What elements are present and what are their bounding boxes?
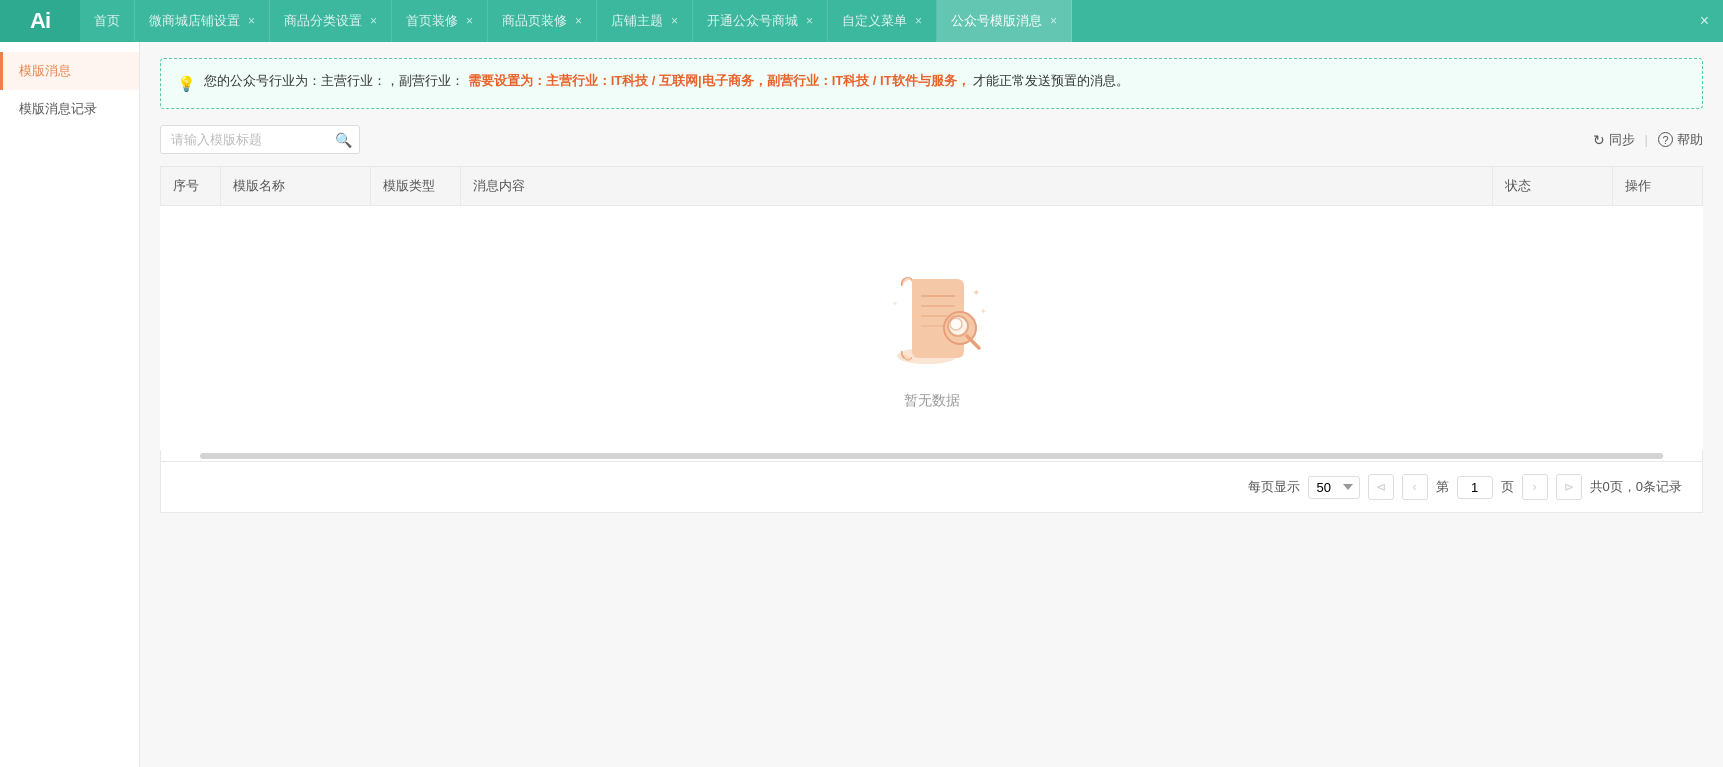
search-left: 🔍 xyxy=(160,125,360,154)
content-area: 💡 您的公众号行业为：主营行业：，副营行业： 需要设置为：主营行业：IT科技 /… xyxy=(140,42,1723,767)
tab-label-category-settings: 商品分类设置 xyxy=(284,12,362,30)
tab-label-home: 首页 xyxy=(94,12,120,30)
empty-illustration: ✦ ✦ ✦ xyxy=(872,266,992,376)
help-icon: ? xyxy=(1658,132,1673,147)
scrollbar-track xyxy=(200,453,1664,459)
next-page-button[interactable]: › xyxy=(1522,474,1548,500)
tab-label-open-mall: 开通公众号商城 xyxy=(707,12,798,30)
tab-category-settings[interactable]: 商品分类设置 × xyxy=(270,0,392,42)
global-close-button[interactable]: × xyxy=(1686,12,1723,30)
search-right: ↻ 同步 | ? 帮助 xyxy=(1593,131,1703,149)
tab-close-category-settings[interactable]: × xyxy=(370,15,377,27)
sidebar-item-template-message[interactable]: 模版消息 xyxy=(0,52,139,90)
tab-label-home-decoration: 首页装修 xyxy=(406,12,458,30)
svg-point-7 xyxy=(950,318,962,330)
tab-close-custom-menu[interactable]: × xyxy=(915,15,922,27)
page-suffix: 页 xyxy=(1501,478,1514,496)
tab-open-mall[interactable]: 开通公众号商城 × xyxy=(693,0,828,42)
search-input-wrap: 🔍 xyxy=(160,125,360,154)
last-page-button[interactable]: ⊳ xyxy=(1556,474,1582,500)
bulb-icon: 💡 xyxy=(177,72,196,96)
sync-button[interactable]: ↻ 同步 xyxy=(1593,131,1635,149)
notice-highlight: 需要设置为：主营行业：IT科技 / 互联网|电子商务，副营行业：IT科技 / I… xyxy=(468,73,970,88)
tab-label-custom-menu: 自定义菜单 xyxy=(842,12,907,30)
top-nav: Ai 首页微商城店铺设置×商品分类设置×首页装修×商品页装修×店铺主题×开通公众… xyxy=(0,0,1723,42)
tab-close-shop-settings[interactable]: × xyxy=(248,15,255,27)
tab-close-home-decoration[interactable]: × xyxy=(466,15,473,27)
svg-text:✦: ✦ xyxy=(972,287,980,298)
sidebar: 模版消息模版消息记录 xyxy=(0,42,140,767)
sync-label: 同步 xyxy=(1609,131,1635,149)
tab-home-decoration[interactable]: 首页装修 × xyxy=(392,0,488,42)
notice-text: 您的公众号行业为：主营行业：，副营行业： 需要设置为：主营行业：IT科技 / 互… xyxy=(204,71,1129,92)
per-page-label: 每页显示 xyxy=(1248,478,1300,496)
tab-template-message[interactable]: 公众号模版消息 × xyxy=(937,0,1072,42)
sidebar-item-template-message-log[interactable]: 模版消息记录 xyxy=(0,90,139,128)
help-label: 帮助 xyxy=(1677,131,1703,149)
col-header-type: 模版类型 xyxy=(371,167,461,206)
tab-shop-settings[interactable]: 微商城店铺设置 × xyxy=(135,0,270,42)
help-button[interactable]: ? 帮助 xyxy=(1658,131,1703,149)
tab-label-template-message: 公众号模版消息 xyxy=(951,12,1042,30)
table-header-row: 序号模版名称模版类型消息内容状态操作 xyxy=(161,167,1703,206)
tab-shop-theme[interactable]: 店铺主题 × xyxy=(597,0,693,42)
tab-label-product-decoration: 商品页装修 xyxy=(502,12,567,30)
svg-text:✦: ✦ xyxy=(980,307,987,316)
pagination-bar: 每页显示 50 10 20 100 ⊲ ‹ 第 页 › ⊳ 共0页，0条记录 xyxy=(160,462,1703,513)
scrollbar-area[interactable] xyxy=(160,450,1703,462)
total-text: 共0页，0条记录 xyxy=(1590,478,1682,496)
divider: | xyxy=(1645,132,1648,147)
col-header-action: 操作 xyxy=(1613,167,1703,206)
search-icon[interactable]: 🔍 xyxy=(335,132,352,148)
tab-label-shop-settings: 微商城店铺设置 xyxy=(149,12,240,30)
col-header-status: 状态 xyxy=(1493,167,1613,206)
search-input[interactable] xyxy=(160,125,360,154)
col-header-name: 模版名称 xyxy=(221,167,371,206)
tab-close-product-decoration[interactable]: × xyxy=(575,15,582,27)
notice-bar: 💡 您的公众号行业为：主营行业：，副营行业： 需要设置为：主营行业：IT科技 /… xyxy=(160,58,1703,109)
data-table: 序号模版名称模版类型消息内容状态操作 xyxy=(160,166,1703,206)
tab-close-shop-theme[interactable]: × xyxy=(671,15,678,27)
prev-page-button[interactable]: ‹ xyxy=(1402,474,1428,500)
sync-icon: ↻ xyxy=(1593,132,1605,148)
brand-logo: Ai xyxy=(0,0,80,42)
first-page-button[interactable]: ⊲ xyxy=(1368,474,1394,500)
main-layout: 模版消息模版消息记录 💡 您的公众号行业为：主营行业：，副营行业： 需要设置为：… xyxy=(0,42,1723,767)
tab-custom-menu[interactable]: 自定义菜单 × xyxy=(828,0,937,42)
tab-home[interactable]: 首页 xyxy=(80,0,135,42)
search-bar: 🔍 ↻ 同步 | ? 帮助 xyxy=(160,125,1703,154)
tab-label-shop-theme: 店铺主题 xyxy=(611,12,663,30)
per-page-select[interactable]: 50 10 20 100 xyxy=(1308,476,1360,499)
tab-close-open-mall[interactable]: × xyxy=(806,15,813,27)
svg-text:✦: ✦ xyxy=(892,300,898,307)
current-page-input[interactable] xyxy=(1457,476,1493,499)
tab-product-decoration[interactable]: 商品页装修 × xyxy=(488,0,597,42)
col-header-index: 序号 xyxy=(161,167,221,206)
empty-state: ✦ ✦ ✦ 暂无数据 xyxy=(160,206,1703,450)
tab-close-template-message[interactable]: × xyxy=(1050,15,1057,27)
tab-bar: 首页微商城店铺设置×商品分类设置×首页装修×商品页装修×店铺主题×开通公众号商城… xyxy=(80,0,1686,42)
col-header-content: 消息内容 xyxy=(461,167,1493,206)
empty-text: 暂无数据 xyxy=(904,392,960,410)
page-label: 第 xyxy=(1436,478,1449,496)
